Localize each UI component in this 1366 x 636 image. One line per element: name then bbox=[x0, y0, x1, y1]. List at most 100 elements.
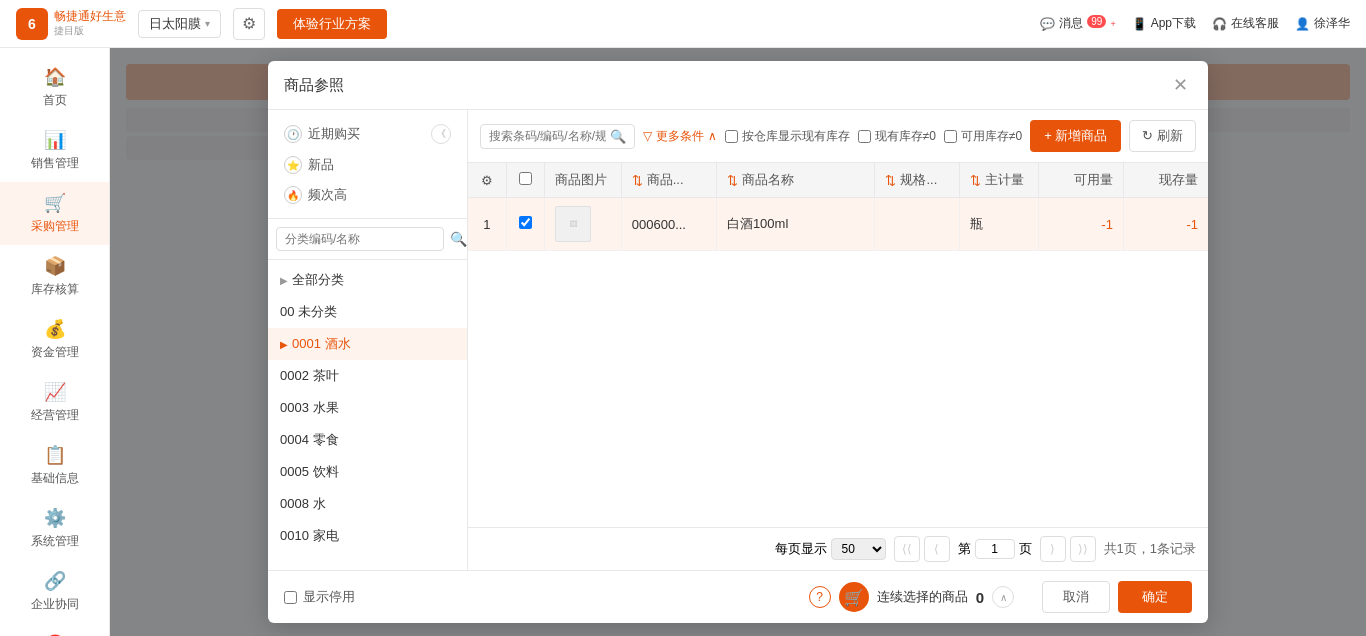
warehouse-stock-checkbox[interactable] bbox=[725, 130, 738, 143]
chevron-up-icon: ∧ bbox=[708, 129, 717, 143]
page-number-input[interactable] bbox=[975, 539, 1015, 559]
usable-stock-check[interactable]: 可用库存≠0 bbox=[944, 128, 1022, 145]
table-header-row: ⚙ 商品图片 bbox=[468, 163, 1208, 198]
category-tea[interactable]: 0002 茶叶 bbox=[268, 360, 467, 392]
collapse-footer-icon[interactable]: ∧ bbox=[992, 586, 1014, 608]
logo-area: 6 畅捷通好生意 捷目版 bbox=[16, 8, 126, 40]
quick-new-products[interactable]: ⭐ 新品 bbox=[276, 150, 459, 180]
nav-online-service[interactable]: 🎧 在线客服 bbox=[1212, 15, 1279, 32]
search-input-wrap: 🔍 bbox=[480, 124, 635, 149]
show-disabled-checkbox[interactable] bbox=[284, 591, 297, 604]
sidebar-item-purchase[interactable]: 🛒 采购管理 bbox=[0, 182, 109, 245]
category-fruit-label: 0003 水果 bbox=[280, 399, 339, 417]
help-icon[interactable]: ? bbox=[809, 586, 831, 608]
th-stock: 现存量 bbox=[1123, 163, 1208, 198]
quick-high-frequency[interactable]: 🔥 频次高 bbox=[276, 180, 459, 210]
quick-recent-purchase[interactable]: 🕐 近期购买 《 bbox=[276, 118, 459, 150]
sidebar-item-operations[interactable]: 📈 经营管理 bbox=[0, 371, 109, 434]
cancel-button[interactable]: 取消 bbox=[1042, 581, 1110, 613]
settings-icon[interactable]: ⚙ bbox=[481, 173, 493, 188]
message-icon: 💬 bbox=[1040, 17, 1055, 31]
category-liquor-label: 0001 酒水 bbox=[292, 335, 351, 353]
more-filter-button[interactable]: ▽ 更多条件 ∧ bbox=[643, 128, 717, 145]
category-snack[interactable]: 0004 零食 bbox=[268, 424, 467, 456]
category-water[interactable]: 0008 水 bbox=[268, 488, 467, 520]
sidebar-item-inventory[interactable]: 📦 库存核算 bbox=[0, 245, 109, 308]
category-liquor[interactable]: ▶ 0001 酒水 bbox=[268, 328, 467, 360]
trial-button[interactable]: 体验行业方案 bbox=[277, 9, 387, 39]
product-reference-modal: 商品参照 ✕ 🕐 近期购买 《 bbox=[268, 61, 1208, 623]
first-page-button[interactable]: ⟨⟨ bbox=[894, 536, 920, 562]
warehouse-stock-label: 按仓库显示现有库存 bbox=[742, 128, 850, 145]
cart-button[interactable]: 🛒 bbox=[839, 582, 869, 612]
usable-stock-checkbox[interactable] bbox=[944, 130, 957, 143]
username-label: 徐泽华 bbox=[1314, 15, 1350, 32]
modal-body: 🕐 近期购买 《 ⭐ 新品 🔥 频次高 bbox=[268, 110, 1208, 570]
add-product-button[interactable]: + 新增商品 bbox=[1030, 120, 1121, 152]
category-fruit[interactable]: 0003 水果 bbox=[268, 392, 467, 424]
warehouse-stock-check[interactable]: 按仓库显示现有库存 bbox=[725, 128, 850, 145]
product-search-input[interactable] bbox=[489, 129, 606, 143]
search-magnify-icon[interactable]: 🔍 bbox=[610, 129, 626, 144]
sidebar-item-basic-info[interactable]: 📋 基础信息 bbox=[0, 434, 109, 497]
th-image-label: 商品图片 bbox=[555, 171, 607, 189]
row-checkbox[interactable] bbox=[519, 216, 532, 229]
modal-footer: 显示停用 ? 🛒 连续选择的商品 0 ∧ 取消 确定 bbox=[268, 570, 1208, 623]
category-tea-label: 0002 茶叶 bbox=[280, 367, 339, 385]
select-all-checkbox[interactable] bbox=[519, 172, 532, 185]
category-unclassified[interactable]: 00 未分类 bbox=[268, 296, 467, 328]
category-search-input[interactable] bbox=[276, 227, 444, 251]
sidebar-item-system[interactable]: ⚙️ 系统管理 bbox=[0, 497, 109, 560]
sidebar-label-operations: 经营管理 bbox=[31, 407, 79, 424]
gear-icon[interactable]: ⚙ bbox=[233, 8, 265, 40]
sidebar-label-basic-info: 基础信息 bbox=[31, 470, 79, 487]
sidebar-item-home[interactable]: 🏠 首页 bbox=[0, 56, 109, 119]
confirm-button[interactable]: 确定 bbox=[1118, 581, 1192, 613]
nav-message[interactable]: 💬 消息 99 + bbox=[1040, 15, 1115, 32]
sidebar-item-enterprise[interactable]: 🔗 企业协同 bbox=[0, 560, 109, 623]
show-disabled-text: 显示停用 bbox=[303, 588, 355, 606]
page-size-dropdown[interactable]: 50 10 20 100 bbox=[831, 538, 886, 560]
product-table-area: ⚙ 商品图片 bbox=[468, 163, 1208, 527]
expanded-arrow-icon: ▶ bbox=[280, 339, 288, 350]
enterprise-icon: 🔗 bbox=[44, 570, 66, 592]
td-image: 🖼 bbox=[544, 198, 621, 251]
available-stock-check[interactable]: 现有库存≠0 bbox=[858, 128, 936, 145]
th-product-code: ⇅ 商品... bbox=[621, 163, 716, 198]
quick-freq-label: 频次高 bbox=[308, 186, 347, 204]
continuous-label: 连续选择的商品 bbox=[877, 588, 968, 606]
show-disabled-label[interactable]: 显示停用 bbox=[284, 588, 355, 606]
sidebar-item-guide[interactable]: 🎯 新手引导 bbox=[0, 623, 109, 636]
refresh-button[interactable]: ↻ 刷新 bbox=[1129, 120, 1196, 152]
modal-close-button[interactable]: ✕ bbox=[1168, 73, 1192, 97]
sidebar-label-home: 首页 bbox=[43, 92, 67, 109]
sidebar-label-inventory: 库存核算 bbox=[31, 281, 79, 298]
category-list: ▶ 全部分类 00 未分类 ▶ 0001 酒水 0002 茶 bbox=[268, 260, 467, 570]
next-page-button[interactable]: ⟩ bbox=[1040, 536, 1066, 562]
th-settings: ⚙ bbox=[468, 163, 506, 198]
nav-selector[interactable]: 日太阳膜 ▾ bbox=[138, 10, 221, 38]
cart-count: 0 bbox=[976, 589, 984, 606]
finance-icon: 💰 bbox=[44, 318, 66, 340]
page-size-label: 每页显示 bbox=[775, 540, 827, 558]
th-code-label: 商品... bbox=[647, 171, 684, 189]
category-quick: 🕐 近期购买 《 ⭐ 新品 🔥 频次高 bbox=[268, 110, 467, 219]
sidebar-item-finance[interactable]: 💰 资金管理 bbox=[0, 308, 109, 371]
category-all[interactable]: ▶ 全部分类 bbox=[268, 264, 467, 296]
collapse-icon[interactable]: 《 bbox=[431, 124, 451, 144]
nav-user[interactable]: 👤 徐泽华 bbox=[1295, 15, 1350, 32]
nav-app-download[interactable]: 📱 App下载 bbox=[1132, 15, 1196, 32]
logo-sub: 捷目版 bbox=[54, 24, 126, 38]
last-page-button[interactable]: ⟩⟩ bbox=[1070, 536, 1096, 562]
category-search-icon[interactable]: 🔍 bbox=[450, 231, 467, 247]
table-row[interactable]: 1 🖼 bbox=[468, 198, 1208, 251]
prev-page-button[interactable]: ⟨ bbox=[924, 536, 950, 562]
user-avatar: 👤 bbox=[1295, 17, 1310, 31]
category-beverage[interactable]: 0005 饮料 bbox=[268, 456, 467, 488]
main-layout: 🏠 首页 📊 销售管理 🛒 采购管理 📦 库存核算 💰 资金管理 📈 经营管理 … bbox=[0, 48, 1366, 636]
category-electronics[interactable]: 0010 家电 bbox=[268, 520, 467, 552]
sidebar-item-sales[interactable]: 📊 销售管理 bbox=[0, 119, 109, 182]
td-code: 000600... bbox=[621, 198, 716, 251]
available-stock-checkbox[interactable] bbox=[858, 130, 871, 143]
th-spec: ⇅ 规格... bbox=[875, 163, 960, 198]
